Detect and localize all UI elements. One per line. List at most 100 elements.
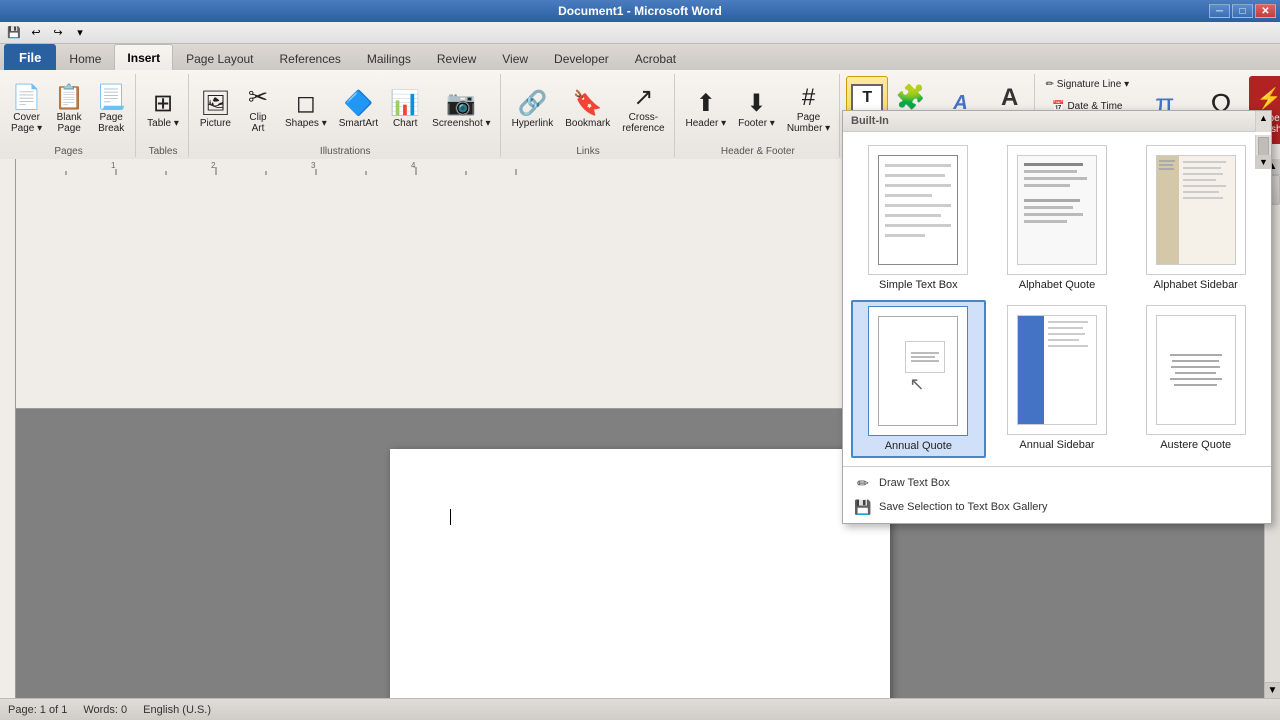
redo-button[interactable]: ↪ [48, 24, 68, 42]
save-selection-icon: 💾 [855, 499, 871, 515]
table-button[interactable]: ⊞ Table ▾ [142, 76, 184, 144]
save-quick-button[interactable]: 💾 [4, 24, 24, 42]
shapes-button[interactable]: ◻ Shapes ▾ [280, 76, 332, 144]
template-simple-text-box[interactable]: Simple Text Box [851, 140, 986, 296]
maximize-button[interactable]: □ [1232, 4, 1253, 18]
tables-group-label: Tables [142, 144, 184, 157]
clip-art-label: ClipArt [249, 112, 266, 134]
dropdown-header-text: Built-In [851, 115, 889, 127]
drop-cap-icon: A [1001, 84, 1018, 112]
tab-mailings[interactable]: Mailings [354, 46, 424, 70]
tab-acrobat[interactable]: Acrobat [622, 46, 689, 70]
undo-button[interactable]: ↩ [26, 24, 46, 42]
cross-reference-icon: ↗ [633, 86, 653, 110]
document-page[interactable] [390, 449, 890, 698]
annual-quote-label: Annual Quote [885, 440, 952, 452]
scroll-down-button[interactable]: ▼ [1265, 682, 1280, 698]
tab-view[interactable]: View [489, 46, 541, 70]
tab-review[interactable]: Review [424, 46, 489, 70]
tab-insert[interactable]: Insert [114, 44, 173, 70]
alphabet-sidebar-label: Alphabet Sidebar [1153, 279, 1237, 291]
text-cursor [450, 509, 451, 525]
group-pages: 📄 CoverPage ▾ 📋 BlankPage 📃 PageBreak Pa… [2, 74, 136, 157]
status-bar: Page: 1 of 1 Words: 0 English (U.S.) [0, 698, 1280, 720]
tab-file[interactable]: File [4, 44, 56, 70]
quick-parts-icon: 🧩 [896, 86, 926, 110]
signature-line-button[interactable]: ✏ Signature Line ▾ [1041, 76, 1134, 97]
text-box-icon: T [851, 84, 883, 112]
illustrations-group-label: Illustrations [195, 144, 496, 157]
draw-text-box-icon: ✏ [855, 475, 871, 491]
hyperlink-icon: 🔗 [517, 92, 547, 116]
bookmark-button[interactable]: 🔖 Bookmark [560, 76, 615, 144]
footer-icon: ⬇ [746, 92, 766, 116]
svg-text:3: 3 [311, 161, 316, 170]
alphabet-quote-thumb [1007, 145, 1107, 275]
clip-art-icon: ✂ [248, 86, 268, 110]
page-break-icon: 📃 [96, 86, 126, 110]
template-alphabet-sidebar[interactable]: Alphabet Sidebar [1128, 140, 1263, 296]
picture-button[interactable]: 🖼 Picture [195, 76, 236, 144]
template-alphabet-quote[interactable]: Alphabet Quote [990, 140, 1125, 296]
hyperlink-label: Hyperlink [512, 118, 554, 129]
svg-text:4: 4 [411, 161, 416, 170]
smartart-button[interactable]: 🔷 SmartArt [334, 76, 383, 144]
page-break-button[interactable]: 📃 PageBreak [91, 76, 131, 144]
cross-reference-label: Cross-reference [622, 112, 664, 134]
close-button[interactable]: ✕ [1255, 4, 1276, 18]
clip-art-button[interactable]: ✂ ClipArt [238, 76, 278, 144]
tab-home[interactable]: Home [56, 46, 114, 70]
draw-text-box-label: Draw Text Box [879, 477, 950, 489]
blank-page-button[interactable]: 📋 BlankPage [49, 76, 89, 144]
group-links: 🔗 Hyperlink 🔖 Bookmark ↗ Cross-reference… [503, 74, 675, 157]
dropdown-scroll-down[interactable]: ▼ [1256, 155, 1271, 169]
svg-text:2: 2 [211, 161, 216, 170]
ribbon-tabs: File Home Insert Page Layout References … [0, 44, 1280, 70]
cover-page-button[interactable]: 📄 CoverPage ▾ [6, 76, 47, 144]
vertical-ruler [0, 159, 16, 698]
picture-icon: 🖼 [200, 92, 230, 116]
embed-flash-icon: ⚡ [1257, 86, 1280, 111]
simple-text-box-label: Simple Text Box [879, 279, 958, 291]
annual-sidebar-thumb [1007, 305, 1107, 435]
cover-page-label: CoverPage ▾ [11, 112, 42, 134]
blank-page-icon: 📋 [54, 86, 84, 110]
customize-quick-access[interactable]: ▾ [70, 24, 90, 42]
dropdown-scrollbar[interactable]: ▲ [1255, 111, 1271, 132]
header-footer-group-label: Header & Footer [681, 144, 836, 157]
tab-references[interactable]: References [267, 46, 354, 70]
screenshot-label: Screenshot ▾ [432, 118, 490, 129]
template-annual-quote[interactable]: ↖ Annual Quote [851, 300, 986, 458]
page-number-button[interactable]: # PageNumber ▾ [782, 76, 835, 144]
header-button[interactable]: ⬆ Header ▾ [681, 76, 732, 144]
template-austere-quote[interactable]: Austere Quote [1128, 300, 1263, 458]
tab-page-layout[interactable]: Page Layout [173, 46, 266, 70]
annual-quote-thumb: ↖ [868, 306, 968, 436]
smartart-label: SmartArt [339, 118, 378, 129]
cross-reference-button[interactable]: ↗ Cross-reference [617, 76, 669, 144]
chart-label: Chart [393, 118, 417, 129]
header-icon: ⬆ [696, 92, 716, 116]
annual-sidebar-label: Annual Sidebar [1019, 439, 1094, 451]
dropdown-header: Built-In [843, 111, 1271, 132]
tab-developer[interactable]: Developer [541, 46, 622, 70]
title-bar: Document1 - Microsoft Word ─ □ ✕ [0, 0, 1280, 22]
words-status: Words: 0 [83, 704, 127, 716]
screenshot-button[interactable]: 📷 Screenshot ▾ [427, 76, 495, 144]
chart-button[interactable]: 📊 Chart [385, 76, 425, 144]
shapes-label: Shapes ▾ [285, 118, 327, 129]
dropdown-footer: ✏ Draw Text Box 💾 Save Selection to Text… [843, 466, 1271, 523]
template-annual-sidebar[interactable]: Annual Sidebar [990, 300, 1125, 458]
dropdown-scroll-up[interactable]: ▲ [1256, 111, 1271, 125]
dropdown-scroll-track[interactable]: ▼ [1255, 135, 1271, 169]
footer-button[interactable]: ⬇ Footer ▾ [733, 76, 780, 144]
draw-text-box-item[interactable]: ✏ Draw Text Box [851, 471, 1263, 495]
save-selection-item[interactable]: 💾 Save Selection to Text Box Gallery [851, 495, 1263, 519]
picture-label: Picture [200, 118, 231, 129]
page-status: Page: 1 of 1 [8, 704, 67, 716]
shapes-icon: ◻ [296, 92, 316, 116]
save-selection-label: Save Selection to Text Box Gallery [879, 501, 1048, 513]
blank-page-label: BlankPage [57, 112, 82, 134]
hyperlink-button[interactable]: 🔗 Hyperlink [507, 76, 559, 144]
minimize-button[interactable]: ─ [1209, 4, 1230, 18]
